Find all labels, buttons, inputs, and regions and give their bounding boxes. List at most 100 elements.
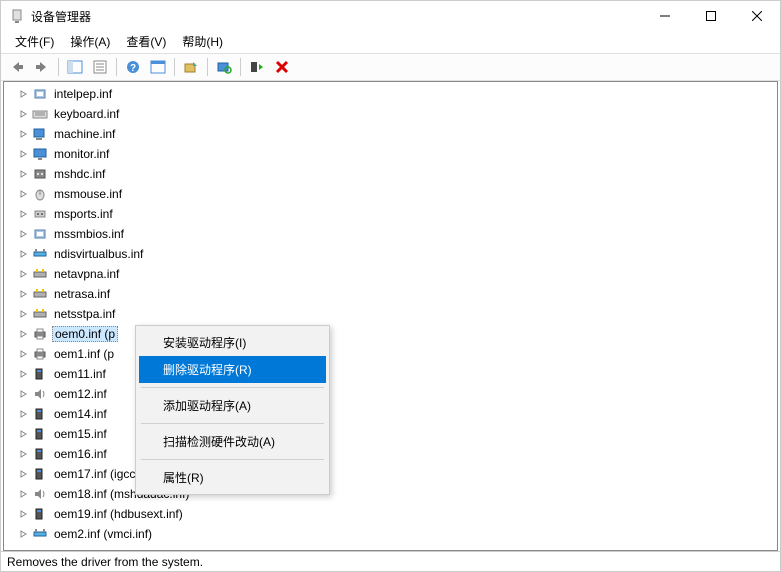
expand-arrow-icon[interactable] — [18, 170, 30, 178]
port-icon — [32, 206, 48, 222]
tree-item-label: monitor.inf — [52, 147, 111, 161]
tree-item-label: oem15.inf — [52, 427, 109, 441]
tree-item[interactable]: machine.inf — [4, 124, 777, 144]
expand-arrow-icon[interactable] — [18, 390, 30, 398]
expand-arrow-icon[interactable] — [18, 230, 30, 238]
close-button[interactable] — [734, 1, 780, 31]
tree-item-label: ndisvirtualbus.inf — [52, 247, 145, 261]
tree-item[interactable]: oem18.inf (mshdadac.inf) — [4, 484, 777, 504]
app-icon — [9, 8, 25, 24]
context-menu-separator — [141, 459, 324, 460]
net-icon — [32, 286, 48, 302]
context-menu-item[interactable]: 添加驱动程序(A) — [139, 392, 326, 419]
tool-button[interactable] — [179, 55, 203, 79]
tree-item[interactable]: oem15.inf — [4, 424, 777, 444]
mouse-icon — [32, 186, 48, 202]
expand-arrow-icon[interactable] — [18, 310, 30, 318]
net-icon — [32, 266, 48, 282]
forward-button[interactable] — [30, 55, 54, 79]
back-button[interactable] — [5, 55, 29, 79]
content-area: intelpep.infkeyboard.inf machine.inf monit… — [3, 81, 778, 551]
expand-arrow-icon[interactable] — [18, 370, 30, 378]
expand-arrow-icon[interactable] — [18, 510, 30, 518]
tree-item[interactable]: oem14.inf — [4, 404, 777, 424]
expand-arrow-icon[interactable] — [18, 90, 30, 98]
tree-item[interactable]: oem16.inf — [4, 444, 777, 464]
bus-icon — [32, 526, 48, 542]
expand-arrow-icon[interactable] — [18, 110, 30, 118]
status-text: Removes the driver from the system. — [7, 555, 203, 569]
expand-arrow-icon[interactable] — [18, 250, 30, 258]
tree-item-label: oem16.inf — [52, 447, 109, 461]
menubar: 文件(F) 操作(A) 查看(V) 帮助(H) — [1, 31, 780, 53]
tree-item[interactable]: mshdc.inf — [4, 164, 777, 184]
tree-item[interactable]: oem11.inf — [4, 364, 777, 384]
device2-icon — [32, 426, 48, 442]
tree-item[interactable]: msmouse.inf — [4, 184, 777, 204]
tree-item-label: msmouse.inf — [52, 187, 124, 201]
expand-arrow-icon[interactable] — [18, 430, 30, 438]
tree-item[interactable]: ndisvirtualbus.inf — [4, 244, 777, 264]
add-driver-button[interactable] — [245, 55, 269, 79]
context-menu-item[interactable]: 删除驱动程序(R) — [139, 356, 326, 383]
expand-arrow-icon[interactable] — [18, 410, 30, 418]
audio-icon — [32, 486, 48, 502]
device-tree[interactable]: intelpep.infkeyboard.inf machine.inf monit… — [4, 82, 777, 550]
tree-item[interactable]: msports.inf — [4, 204, 777, 224]
tree-item[interactable]: netrasa.inf — [4, 284, 777, 304]
tree-item-label: mshdc.inf — [52, 167, 107, 181]
expand-arrow-icon[interactable] — [18, 190, 30, 198]
svg-text:?: ? — [130, 63, 136, 74]
context-menu-item[interactable]: 安装驱动程序(I) — [139, 329, 326, 356]
tree-item[interactable]: oem17.inf (igcc_dcn.inf) — [4, 464, 777, 484]
device2-icon — [32, 366, 48, 382]
tree-item[interactable]: oem2.inf (vmci.inf) — [4, 524, 777, 544]
expand-arrow-icon[interactable] — [18, 150, 30, 158]
expand-arrow-icon[interactable] — [18, 130, 30, 138]
scan-hardware-button[interactable] — [212, 55, 236, 79]
toolbar: ? — [1, 53, 780, 81]
tree-item-label: netsstpa.inf — [52, 307, 117, 321]
expand-arrow-icon[interactable] — [18, 210, 30, 218]
tool-button[interactable] — [146, 55, 170, 79]
maximize-button[interactable] — [688, 1, 734, 31]
tree-item[interactable]: intelpep.inf — [4, 84, 777, 104]
tree-item-label: oem0.inf (p — [52, 326, 118, 342]
expand-arrow-icon[interactable] — [18, 350, 30, 358]
tree-item-label: machine.inf — [52, 127, 117, 141]
expand-arrow-icon[interactable] — [18, 530, 30, 538]
context-menu-item[interactable]: 属性(R) — [139, 464, 326, 491]
bus-icon — [32, 246, 48, 262]
tree-item[interactable]: oem19.inf (hdbusext.inf) — [4, 504, 777, 524]
tree-item-label: netrasa.inf — [52, 287, 112, 301]
properties-button[interactable] — [88, 55, 112, 79]
context-menu-item[interactable]: 扫描检测硬件改动(A) — [139, 428, 326, 455]
expand-arrow-icon[interactable] — [18, 470, 30, 478]
tree-item[interactable]: keyboard.inf — [4, 104, 777, 124]
controller-icon — [32, 166, 48, 182]
expand-arrow-icon[interactable] — [18, 490, 30, 498]
printer-icon — [32, 326, 48, 342]
expand-arrow-icon[interactable] — [18, 290, 30, 298]
show-hide-tree-button[interactable] — [63, 55, 87, 79]
tree-item[interactable]: netavpna.inf — [4, 264, 777, 284]
menu-action[interactable]: 操作(A) — [62, 31, 118, 52]
tree-item[interactable]: monitor.inf — [4, 144, 777, 164]
expand-arrow-icon[interactable] — [18, 450, 30, 458]
remove-button[interactable] — [270, 55, 294, 79]
keyboard-icon — [32, 106, 48, 122]
menu-view[interactable]: 查看(V) — [118, 31, 174, 52]
tree-item[interactable]: netsstpa.inf — [4, 304, 777, 324]
tree-item[interactable]: mssmbios.inf — [4, 224, 777, 244]
device2-icon — [32, 506, 48, 522]
tree-item[interactable]: oem12.inf — [4, 384, 777, 404]
tree-item[interactable]: oem0.inf (p — [4, 324, 777, 344]
minimize-button[interactable] — [642, 1, 688, 31]
help-button[interactable]: ? — [121, 55, 145, 79]
menu-file[interactable]: 文件(F) — [7, 31, 62, 52]
expand-arrow-icon[interactable] — [18, 330, 30, 338]
tree-item[interactable]: oem1.inf (p — [4, 344, 777, 364]
menu-help[interactable]: 帮助(H) — [174, 31, 231, 52]
device-icon — [32, 226, 48, 242]
expand-arrow-icon[interactable] — [18, 270, 30, 278]
